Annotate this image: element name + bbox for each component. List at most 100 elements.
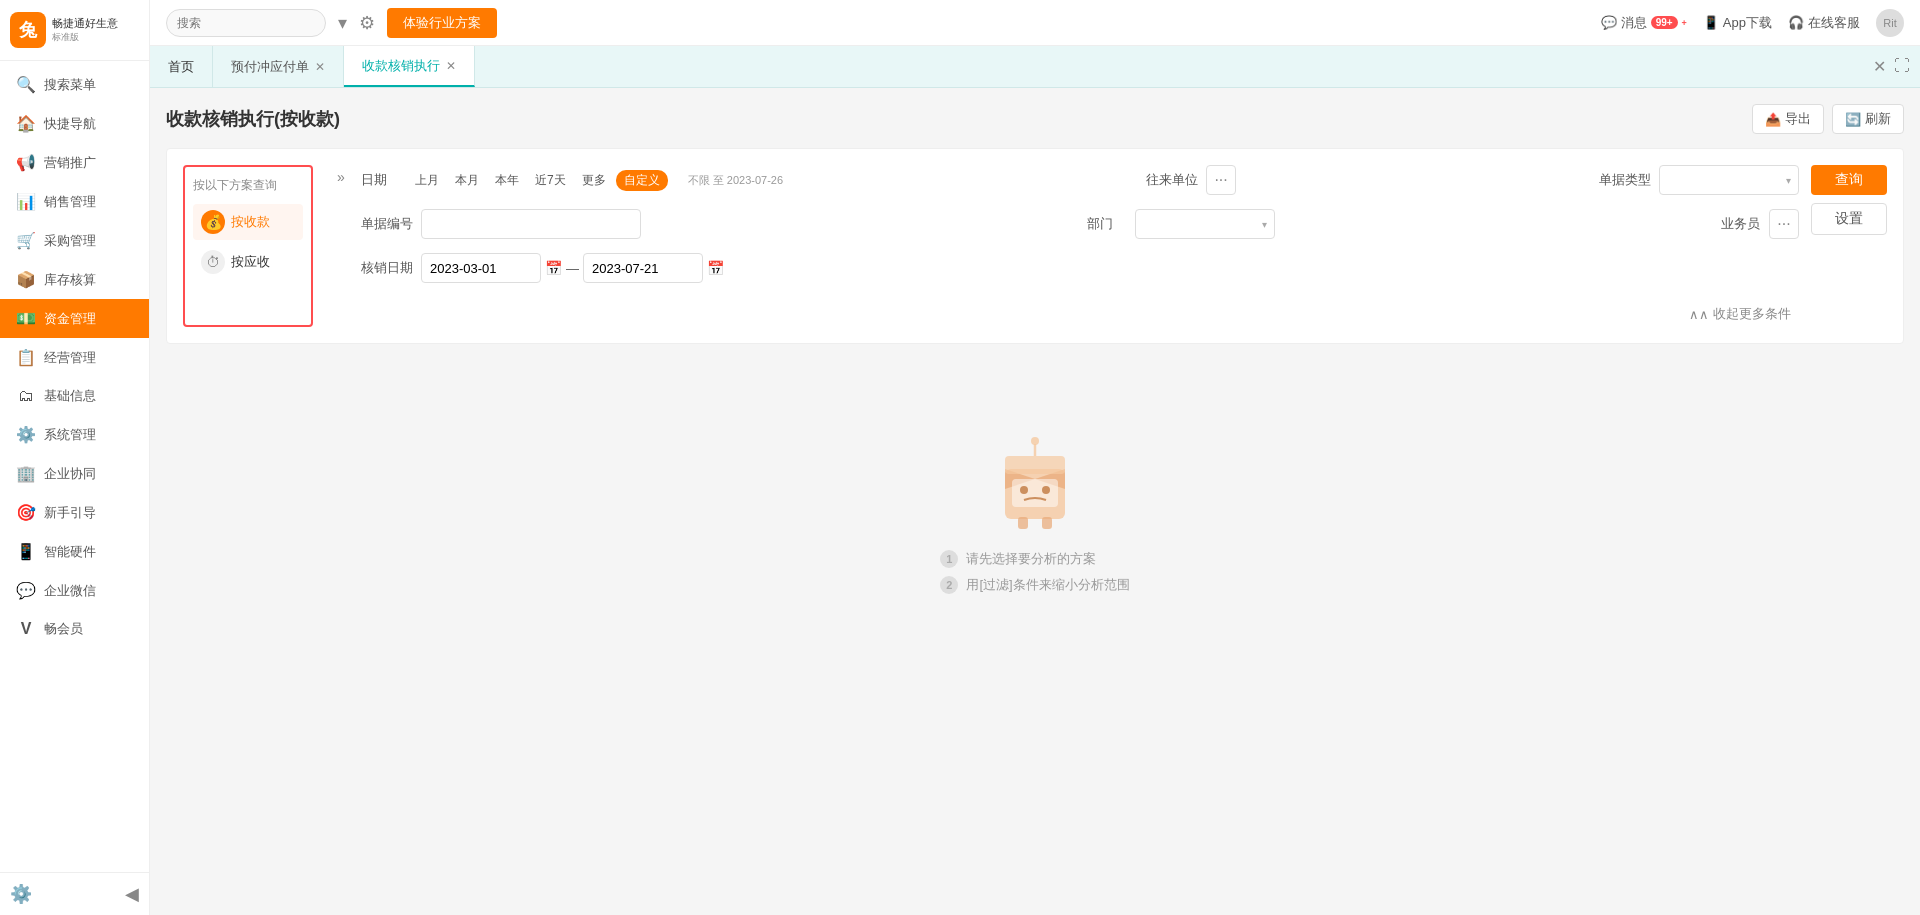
svg-rect-3	[1005, 456, 1065, 474]
filter-sidebar: 按以下方案查询 💰 按收款 ⏱ 按应收	[183, 165, 313, 327]
filter-field-staff: 业务员 ···	[1721, 209, 1799, 239]
tab-home[interactable]: 首页	[150, 46, 213, 87]
message-badge: 99+	[1651, 16, 1678, 29]
sidebar-bottom: ⚙️ ◀	[0, 872, 149, 915]
sidebar-item-enterprise[interactable]: 🏢 企业协同	[0, 454, 149, 493]
settings-bottom-icon[interactable]: ⚙️	[10, 883, 32, 905]
export-button[interactable]: 📤 导出	[1752, 104, 1824, 134]
docno-label: 单据编号	[361, 215, 413, 233]
tab-prepay[interactable]: 预付冲应付单 ✕	[213, 46, 344, 87]
filter-row-2: 单据编号 部门 ▾	[361, 209, 1799, 239]
marketing-icon: 📢	[16, 153, 36, 172]
topbar-search	[166, 9, 326, 37]
sidebar-item-system[interactable]: ⚙️ 系统管理	[0, 415, 149, 454]
sidebar-item-member[interactable]: V 畅会员	[0, 610, 149, 648]
online-service-button[interactable]: 🎧 在线客服	[1788, 14, 1860, 32]
sidebar-item-operation[interactable]: 📋 经营管理	[0, 338, 149, 377]
filter-panel: 按以下方案查询 💰 按收款 ⏱ 按应收 » 日期	[166, 148, 1904, 344]
member-icon: V	[16, 620, 36, 638]
doctype-select[interactable]	[1659, 165, 1799, 195]
topbar-left: ▾ ⚙ 体验行业方案	[166, 8, 497, 38]
date-this-month[interactable]: 本月	[449, 170, 485, 191]
sidebar: 兔 畅捷通好生意 标准版 🔍 搜索菜单 🏠 快捷导航 📢 营销推广 📊 销售管理…	[0, 0, 150, 915]
search-icon: 🔍	[16, 75, 36, 94]
search-input[interactable]	[166, 9, 326, 37]
refresh-button[interactable]: 🔄 刷新	[1832, 104, 1904, 134]
collapse-more-button[interactable]: ∧∧ 收起更多条件	[1681, 301, 1799, 327]
sidebar-item-basics[interactable]: 🗂 基础信息	[0, 377, 149, 415]
sidebar-label-guide: 新手引导	[44, 504, 96, 522]
sidebar-label-enterprise: 企业协同	[44, 465, 96, 483]
guide-icon: 🎯	[16, 503, 36, 522]
refresh-icon: 🔄	[1845, 112, 1861, 127]
staff-picker-button[interactable]: ···	[1769, 209, 1799, 239]
badge-plus: +	[1682, 18, 1687, 28]
filter-main: 日期 上月 本月 本年 近7天 更多 自定义 不限 至 2023-07-26	[361, 165, 1799, 327]
sidebar-item-funds[interactable]: 💵 资金管理	[0, 299, 149, 338]
industry-solution-button[interactable]: 体验行业方案	[387, 8, 497, 38]
app-download-button[interactable]: 📱 App下载	[1703, 14, 1772, 32]
sidebar-label-system: 系统管理	[44, 426, 96, 444]
sidebar-item-quick[interactable]: 🏠 快捷导航	[0, 104, 149, 143]
filter-option-by-receivable[interactable]: ⏱ 按应收	[193, 244, 303, 280]
sidebar-item-purchase[interactable]: 🛒 采购管理	[0, 221, 149, 260]
docno-input[interactable]	[421, 209, 641, 239]
filter-by-receipt-label: 按收款	[231, 213, 270, 231]
page-header: 收款核销执行(按收款) 📤 导出 🔄 刷新	[166, 104, 1904, 134]
calendar-start-icon[interactable]: 📅	[545, 260, 562, 276]
counterparty-picker-button[interactable]: ···	[1206, 165, 1236, 195]
dept-select[interactable]	[1135, 209, 1275, 239]
filter-settings-button[interactable]: 设置	[1811, 203, 1887, 235]
writeoff-date-start-input[interactable]	[421, 253, 541, 283]
gear-icon[interactable]: ⚙	[359, 12, 375, 34]
writeoff-date-end-input[interactable]	[583, 253, 703, 283]
filter-collapse-arrow[interactable]: »	[337, 165, 361, 327]
sidebar-item-hardware[interactable]: 📱 智能硬件	[0, 532, 149, 571]
sidebar-item-search[interactable]: 🔍 搜索菜单	[0, 65, 149, 104]
filter-option-by-receipt[interactable]: 💰 按收款	[193, 204, 303, 240]
filter-field-doctype: 单据类型 ▾	[1599, 165, 1799, 195]
tab-expand-icon[interactable]: ⛶	[1894, 57, 1910, 76]
tab-prepay-close-icon[interactable]: ✕	[315, 60, 325, 74]
svg-rect-4	[1012, 479, 1058, 507]
calendar-end-icon[interactable]: 📅	[707, 260, 724, 276]
message-button[interactable]: 💬 消息 99+ +	[1601, 14, 1687, 32]
filter-field-date: 日期 上月 本月 本年 近7天 更多 自定义	[361, 170, 668, 191]
empty-hint-1: 1 请先选择要分析的方案	[940, 550, 1129, 568]
weixin-icon: 💬	[16, 581, 36, 600]
phone-icon: 📱	[1703, 15, 1719, 30]
tab-close-all-icon[interactable]: ✕	[1873, 57, 1886, 76]
sidebar-item-marketing[interactable]: 📢 营销推广	[0, 143, 149, 182]
tab-writeoff-close-icon[interactable]: ✕	[446, 59, 456, 73]
tab-writeoff[interactable]: 收款核销执行 ✕	[344, 46, 475, 87]
topbar-chevron-icon[interactable]: ▾	[338, 12, 347, 34]
online-service-label: 在线客服	[1808, 14, 1860, 32]
hardware-icon: 📱	[16, 542, 36, 561]
user-menu[interactable]: Rit	[1876, 9, 1904, 37]
filter-field-docno: 单据编号	[361, 209, 641, 239]
sidebar-item-sales[interactable]: 📊 销售管理	[0, 182, 149, 221]
date-last-month[interactable]: 上月	[409, 170, 445, 191]
tab-prepay-label: 预付冲应付单	[231, 58, 309, 76]
counterparty-label: 往来单位	[1146, 171, 1198, 189]
filter-sidebar-title: 按以下方案查询	[193, 177, 303, 194]
funds-icon: 💵	[16, 309, 36, 328]
app-name: 畅捷通好生意	[52, 16, 118, 30]
sidebar-item-inventory[interactable]: 📦 库存核算	[0, 260, 149, 299]
sidebar-item-guide[interactable]: 🎯 新手引导	[0, 493, 149, 532]
date-last-7days[interactable]: 近7天	[529, 170, 572, 191]
collapse-sidebar-icon[interactable]: ◀	[125, 883, 139, 905]
date-custom[interactable]: 自定义	[616, 170, 668, 191]
sidebar-label-operation: 经营管理	[44, 349, 96, 367]
action-buttons: 查询 设置	[1811, 165, 1887, 235]
app-download-label: App下载	[1723, 14, 1772, 32]
home-icon: 🏠	[16, 114, 36, 133]
date-this-year[interactable]: 本年	[489, 170, 525, 191]
date-more[interactable]: 更多	[576, 170, 612, 191]
sidebar-item-weixin[interactable]: 💬 企业微信	[0, 571, 149, 610]
empty-state: 1 请先选择要分析的方案 2 用[过滤]条件来缩小分析范围	[166, 344, 1904, 674]
date-range-field: 📅 — 📅	[421, 253, 724, 283]
sidebar-label-search: 搜索菜单	[44, 76, 96, 94]
query-button[interactable]: 查询	[1811, 165, 1887, 195]
main-area: ▾ ⚙ 体验行业方案 💬 消息 99+ + 📱 App下载 🎧 在线客服 Rit	[150, 0, 1920, 915]
